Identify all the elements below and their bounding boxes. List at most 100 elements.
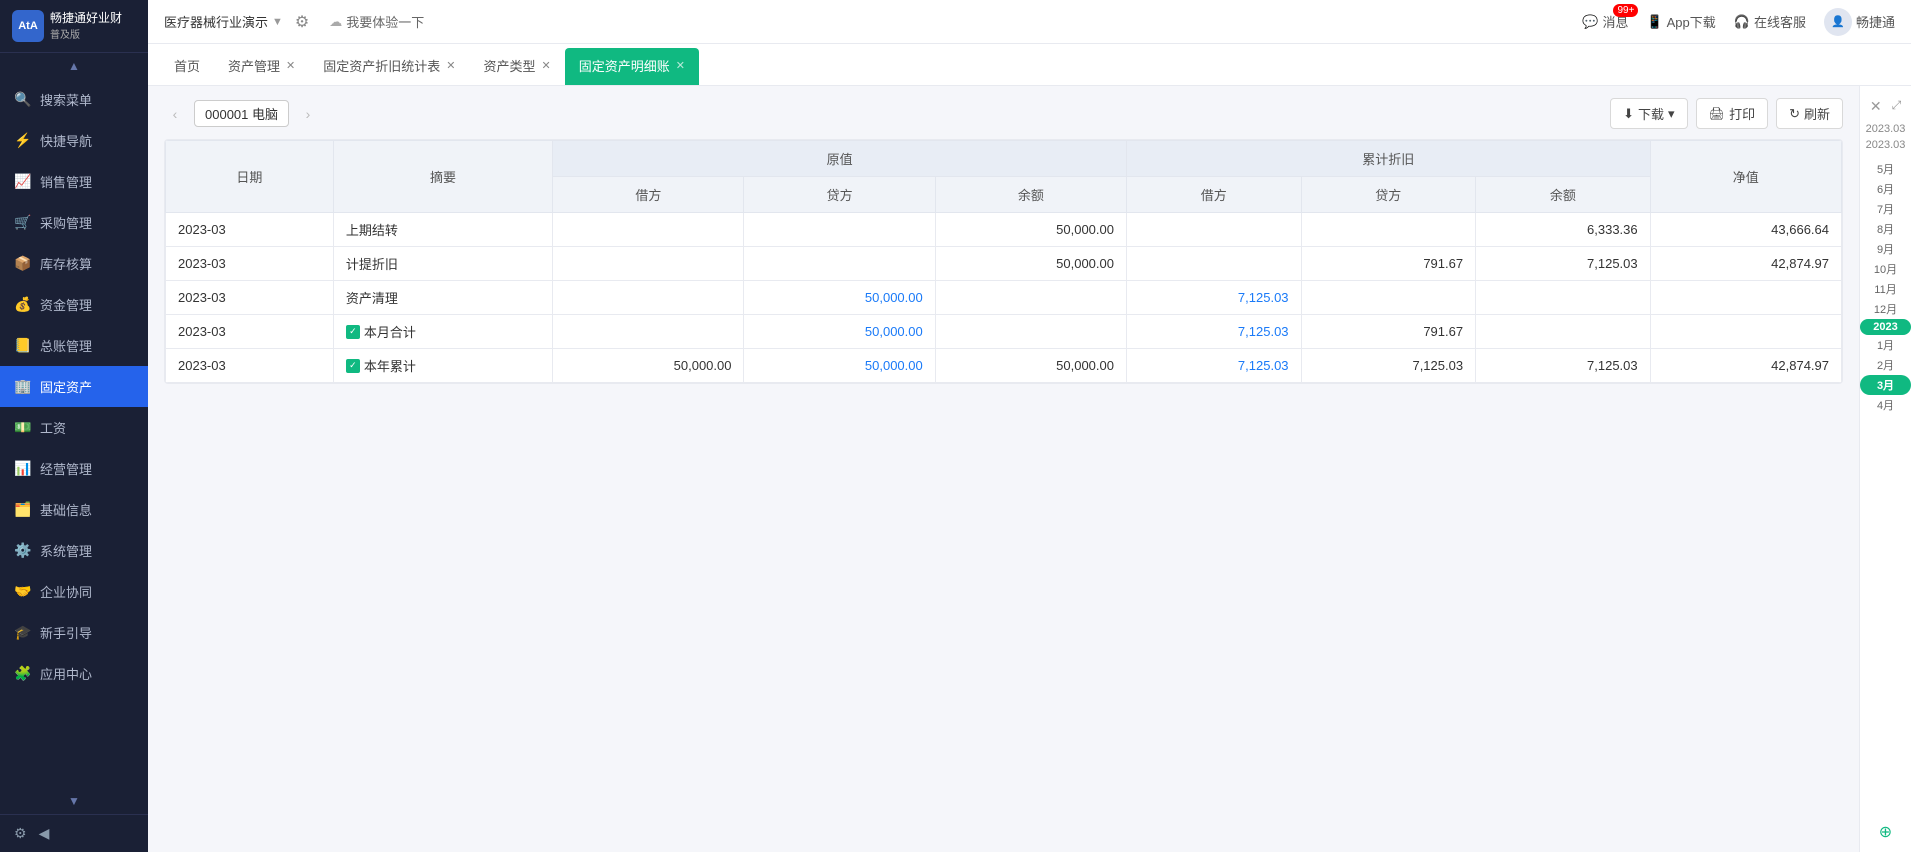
panel-expand-btn[interactable]: ⤢ [1890,96,1904,117]
sidebar-item-system[interactable]: ⚙️ 系统管理 [0,530,148,571]
panel-close-btn[interactable]: ✕ [1868,96,1884,117]
customer-service-btn[interactable]: 🎧 在线客服 [1734,12,1806,31]
tab-close-depreciation-stat[interactable]: ✕ [446,59,455,72]
fixed-icon: 🏢 [14,378,32,396]
sidebar-item-operation[interactable]: 📊 经营管理 [0,448,148,489]
company-selector[interactable]: 医疗器械行业演示 ▼ [164,12,283,31]
td-dep-balance: 6,333.36 [1476,213,1651,247]
print-btn[interactable]: 🖨 打印 [1696,98,1769,129]
sidebar-item-wage[interactable]: 💵 工资 [0,407,148,448]
notification-btn[interactable]: 💬 消息 99+ [1582,12,1628,31]
td-dep-credit [1301,213,1476,247]
sidebar-item-collab[interactable]: 🤝 企业协同 [0,571,148,612]
table-row: 2023-03 计提折旧 50,000.00 791.67 7,125.03 4… [166,247,1842,281]
td-dep-debit: 7,125.03 [1126,349,1301,383]
sidebar-item-search[interactable]: 🔍 搜索菜单 [0,79,148,120]
sidebar-item-quicknav[interactable]: ⚡ 快捷导航 [0,120,148,161]
td-dep-credit: 791.67 [1301,247,1476,281]
avatar: 👤 [1824,8,1852,36]
sidebar-item-label-search: 搜索菜单 [40,90,92,109]
td-dep-credit: 791.67 [1301,315,1476,349]
settings-button[interactable]: ⚙ [14,825,27,842]
scroll-up-arrow[interactable]: ▲ [66,57,82,75]
month-item[interactable]: 5月 [1860,159,1911,179]
td-dep-balance [1476,281,1651,315]
sidebar-scroll: 🔍 搜索菜单 ⚡ 快捷导航 📈 销售管理 🛒 采购管理 📦 库存核算 💰 资金管… [0,79,148,788]
sidebar-item-fund[interactable]: 💰 资金管理 [0,284,148,325]
month-item[interactable]: 6月 [1860,179,1911,199]
td-desc: ✓本月合计 [333,315,552,349]
panel-nav-down[interactable]: ⊕ [1879,822,1892,842]
refresh-btn[interactable]: ↻ 刷新 [1776,98,1843,129]
month-item-active[interactable]: 3月 [1860,375,1911,395]
panel-date-header2: 2023.03 [1866,137,1906,153]
td-dep-balance: 7,125.03 [1476,349,1651,383]
month-item[interactable]: 11月 [1860,279,1911,299]
sidebar-item-general[interactable]: 📒 总账管理 [0,325,148,366]
scroll-down-arrow[interactable]: ▼ [66,792,82,810]
td-orig-balance: 50,000.00 [935,349,1126,383]
fund-icon: 💰 [14,296,32,314]
download-btn[interactable]: ⬇ 下载 ▾ [1610,98,1687,129]
month-item[interactable]: 7月 [1860,199,1911,219]
sidebar-footer: ⚙ ◀ [0,814,148,852]
app-download-label: App下载 [1667,12,1716,31]
month-item[interactable]: 12月 [1860,299,1911,319]
sidebar-item-basic[interactable]: 🗂️ 基础信息 [0,489,148,530]
operation-icon: 📊 [14,460,32,478]
month-item[interactable]: 4月 [1860,395,1911,415]
td-dep-balance: 7,125.03 [1476,247,1651,281]
settings-icon[interactable]: ⚙ [295,12,309,32]
sidebar-item-label-inventory: 库存核算 [40,254,92,273]
sidebar-item-label-purchase: 采购管理 [40,213,92,232]
tab-close-asset-mgmt[interactable]: ✕ [286,59,295,72]
month-item[interactable]: 10月 [1860,259,1911,279]
sidebar-item-label-quicknav: 快捷导航 [40,131,92,150]
next-asset-btn[interactable]: › [297,103,319,125]
search-icon: 🔍 [14,91,32,109]
notification-badge: 99+ [1613,4,1638,17]
collapse-button[interactable]: ◀ [39,825,50,842]
sidebar-item-label-operation: 经营管理 [40,459,92,478]
sidebar-item-label-system: 系统管理 [40,541,92,560]
tab-depreciation-stat[interactable]: 固定资产折旧统计表 ✕ [309,48,469,85]
tab-asset-detail[interactable]: 固定资产明细账 ✕ [565,48,699,85]
sidebar-item-sales[interactable]: 📈 销售管理 [0,161,148,202]
tab-close-asset-type[interactable]: ✕ [542,59,551,72]
sidebar-item-fixed[interactable]: 🏢 固定资产 [0,366,148,407]
sidebar-scroll-up[interactable]: ▲ [0,53,148,79]
cloud-icon: ☁ [329,14,342,30]
prev-asset-btn[interactable]: ‹ [164,103,186,125]
sidebar-item-purchase[interactable]: 🛒 采购管理 [0,202,148,243]
month-item[interactable]: 9月 [1860,239,1911,259]
th-orig-credit: 贷方 [744,177,935,213]
td-net-value: 42,874.97 [1650,247,1841,281]
tab-asset-type[interactable]: 资产类型 ✕ [469,48,564,85]
th-orig-debit: 借方 [553,177,744,213]
table-row: 2023-03 上期结转 50,000.00 6,333.36 43,666.6… [166,213,1842,247]
sidebar-scroll-down[interactable]: ▼ [0,788,148,814]
month-item[interactable]: 1月 [1860,335,1911,355]
sidebar-item-guide[interactable]: 🎓 新手引导 [0,612,148,653]
table-row: 2023-03 ✓本年累计 50,000.00 50,000.00 50,000… [166,349,1842,383]
experience-btn[interactable]: ☁ 我要体验一下 [329,12,424,31]
tab-home[interactable]: 首页 [160,48,214,85]
td-net-value: 43,666.64 [1650,213,1841,247]
th-dep-credit: 贷方 [1301,177,1476,213]
month-item[interactable]: 2月 [1860,355,1911,375]
sidebar-item-apps[interactable]: 🧩 应用中心 [0,653,148,694]
tab-close-asset-detail[interactable]: ✕ [676,59,685,72]
sidebar-item-inventory[interactable]: 📦 库存核算 [0,243,148,284]
td-orig-balance [935,315,1126,349]
user-name: 畅捷通 [1856,12,1895,31]
month-item[interactable]: 8月 [1860,219,1911,239]
right-panel-scroll: 5月6月7月8月9月10月11月12月20231月2月3月4月 [1860,159,1911,818]
sidebar: AtA 畅捷通好业财 普及版 ▲ 🔍 搜索菜单 ⚡ 快捷导航 📈 销售管理 🛒 … [0,0,148,852]
service-icon: 🎧 [1734,14,1750,30]
general-icon: 📒 [14,337,32,355]
td-desc: 计提折旧 [333,247,552,281]
app-download-btn[interactable]: 📱 App下载 [1646,12,1715,31]
user-avatar-btn[interactable]: 👤 畅捷通 [1824,8,1895,36]
tab-asset-mgmt[interactable]: 资产管理 ✕ [214,48,309,85]
guide-icon: 🎓 [14,624,32,642]
